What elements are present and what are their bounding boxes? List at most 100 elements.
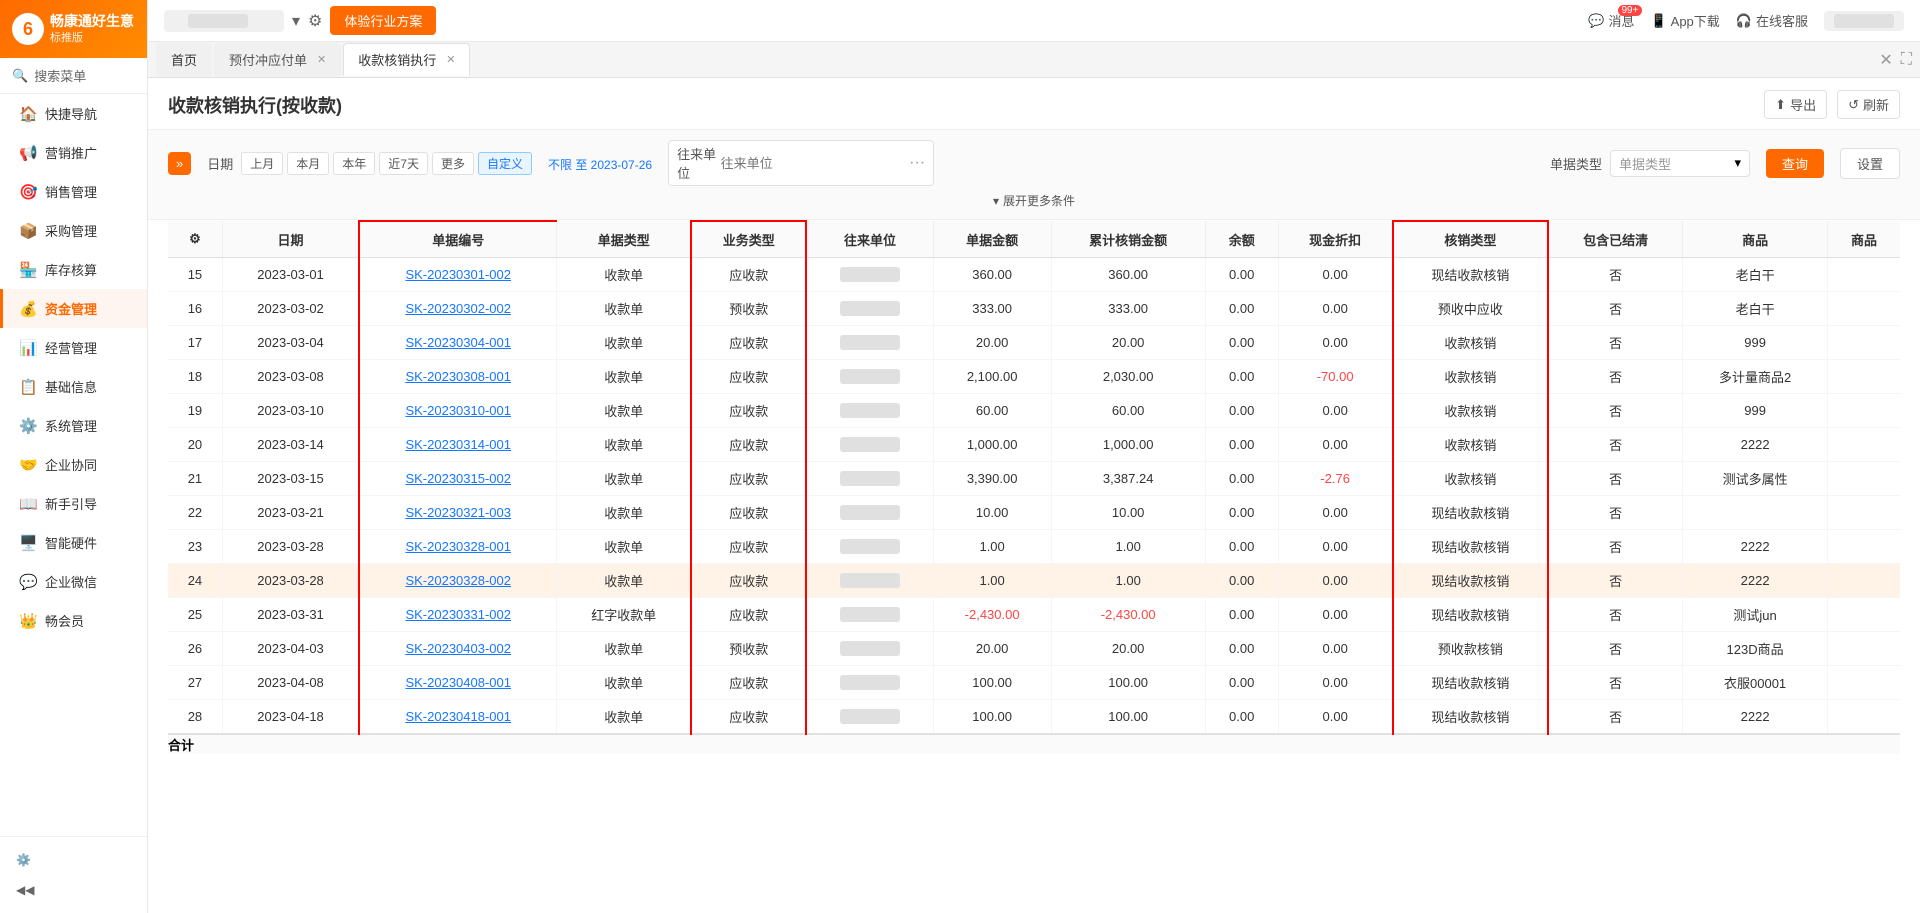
col-header-doc-no[interactable]: 单据编号 [359, 221, 557, 258]
cell-doc-no[interactable]: SK-20230310-001 [359, 394, 557, 428]
cell-cancel-type: 预收中应收 [1393, 292, 1549, 326]
col-header-goods[interactable]: 商品 [1683, 221, 1828, 258]
tab-collection[interactable]: 收款核销执行 ✕ [343, 43, 470, 76]
cell-goods2 [1828, 326, 1900, 360]
expand-label: 展开更多条件 [1003, 192, 1075, 209]
sidebar-item-sales[interactable]: 🎯 销售管理 [0, 172, 147, 211]
home-icon: 🏠 [19, 105, 37, 123]
refresh-button[interactable]: ↺ 刷新 [1837, 90, 1900, 119]
service-icon: 🎧 [1736, 13, 1752, 29]
topbar-gear-icon[interactable]: ▾ [292, 11, 300, 31]
sidebar-item-marketing[interactable]: 📢 营销推广 [0, 133, 147, 172]
cell-amount: 1.00 [933, 564, 1051, 598]
tab-close-all-icon[interactable]: ✕ [1879, 50, 1892, 70]
col-header-goods2[interactable]: 商品 [1828, 221, 1900, 258]
cell-doc-no[interactable]: SK-20230314-001 [359, 428, 557, 462]
cell-discount: -70.00 [1278, 360, 1392, 394]
cell-doc-no[interactable]: SK-20230328-002 [359, 564, 557, 598]
sidebar-item-finance[interactable]: 💰 资金管理 [0, 289, 147, 328]
col-header-biz-type[interactable]: 业务类型 [691, 221, 806, 258]
sidebar-item-operation[interactable]: 📊 经营管理 [0, 328, 147, 367]
topbar-user[interactable] [1824, 11, 1904, 31]
settings-gear-icon[interactable]: ⚙ [308, 11, 322, 31]
tab-home[interactable]: 首页 [156, 43, 212, 76]
col-header-date[interactable]: 日期 [222, 221, 359, 258]
filter-7days-btn[interactable]: 近7天 [379, 152, 428, 175]
cell-discount: 0.00 [1278, 326, 1392, 360]
filter-dots-icon[interactable]: ··· [909, 154, 925, 172]
sidebar-item-member[interactable]: 👑 畅会员 [0, 601, 147, 640]
cell-doc-no[interactable]: SK-20230304-001 [359, 326, 557, 360]
sidebar-search-label: 搜索菜单 [34, 66, 86, 85]
filter-this-month-btn[interactable]: 本月 [287, 152, 329, 175]
sidebar-item-inventory[interactable]: 🏪 库存核算 [0, 250, 147, 289]
sidebar-item-corp[interactable]: 🤝 企业协同 [0, 445, 147, 484]
cell-doc-no[interactable]: SK-20230331-002 [359, 598, 557, 632]
filter-custom-date-btn[interactable]: 自定义 [478, 152, 532, 175]
col-header-balance[interactable]: 余额 [1205, 221, 1278, 258]
inventory-icon: 🏪 [19, 261, 37, 279]
industry-solution-button[interactable]: 体验行业方案 [330, 6, 436, 35]
sidebar-search[interactable]: 🔍 搜索菜单 [0, 58, 147, 94]
topbar-online-service[interactable]: 🎧 在线客服 [1736, 11, 1808, 30]
col-header-doc-type[interactable]: 单据类型 [557, 221, 692, 258]
col-header-cancel-type[interactable]: 核销类型 [1393, 221, 1549, 258]
tab-expand-icon[interactable]: ⛶ [1901, 51, 1912, 69]
col-header-partner[interactable]: 往来单位 [806, 221, 933, 258]
cell-doc-no[interactable]: SK-20230315-002 [359, 462, 557, 496]
sidebar-item-label: 快捷导航 [45, 104, 97, 123]
filter-toggle-button[interactable]: » [168, 152, 191, 175]
topbar-app-download[interactable]: 📱 App下载 [1650, 11, 1719, 30]
cell-goods: 2222 [1683, 530, 1828, 564]
cell-doc-no[interactable]: SK-20230302-002 [359, 292, 557, 326]
sidebar-item-purchase[interactable]: 📦 采购管理 [0, 211, 147, 250]
filter-this-year-btn[interactable]: 本年 [333, 152, 375, 175]
tab-prepay[interactable]: 预付冲应付单 ✕ [214, 43, 341, 76]
breadcrumb-text [188, 14, 248, 28]
cell-cancel-type: 现结收款核销 [1393, 530, 1549, 564]
filter-setting-button[interactable]: 设置 [1840, 148, 1900, 179]
cell-doc-type: 收款单 [557, 530, 692, 564]
col-header-discount[interactable]: 现金折扣 [1278, 221, 1392, 258]
col-header-amount[interactable]: 单据金额 [933, 221, 1051, 258]
sidebar-item-quicknav[interactable]: 🏠 快捷导航 [0, 94, 147, 133]
cell-row-num: 24 [168, 564, 222, 598]
sales-icon: 🎯 [19, 183, 37, 201]
filter-last-month-btn[interactable]: 上月 [241, 152, 283, 175]
col-header-cum-amount[interactable]: 累计核销金额 [1051, 221, 1205, 258]
cell-cum-amount: 10.00 [1051, 496, 1205, 530]
filter-partner-input[interactable] [721, 156, 909, 171]
cell-row-num: 23 [168, 530, 222, 564]
col-header-gear[interactable]: ⚙ [168, 221, 222, 258]
cell-date: 2023-03-28 [222, 564, 359, 598]
cell-partner [806, 462, 933, 496]
filter-doctype-select[interactable]: 单据类型 ▾ [1610, 150, 1750, 177]
cell-doc-no[interactable]: SK-20230408-001 [359, 666, 557, 700]
sidebar-item-hardware[interactable]: 🖥️ 智能硬件 [0, 523, 147, 562]
sidebar-item-guide[interactable]: 📖 新手引导 [0, 484, 147, 523]
tabbar: 首页 预付冲应付单 ✕ 收款核销执行 ✕ ✕ ⛶ [148, 42, 1920, 78]
sidebar-item-system[interactable]: ⚙️ 系统管理 [0, 406, 147, 445]
topbar-messages[interactable]: 💬 消息 99+ [1588, 11, 1634, 30]
sidebar-collapse[interactable]: ◀◀ [0, 875, 147, 905]
tab-collection-close[interactable]: ✕ [446, 53, 455, 66]
cell-doc-no[interactable]: SK-20230328-001 [359, 530, 557, 564]
sidebar-settings[interactable]: ⚙️ [0, 845, 147, 875]
filter-more-date-btn[interactable]: 更多 [432, 152, 474, 175]
cell-doc-no[interactable]: SK-20230321-003 [359, 496, 557, 530]
cell-doc-no[interactable]: SK-20230308-001 [359, 360, 557, 394]
sidebar-item-wechat[interactable]: 💬 企业微信 [0, 562, 147, 601]
cell-doc-no[interactable]: SK-20230301-002 [359, 258, 557, 292]
cell-balance: 0.00 [1205, 632, 1278, 666]
export-button[interactable]: ⬆ 导出 [1764, 90, 1827, 119]
query-button[interactable]: 查询 [1766, 149, 1824, 178]
cell-biz-type: 应收款 [691, 360, 806, 394]
cell-discount: 0.00 [1278, 564, 1392, 598]
cell-doc-no[interactable]: SK-20230418-001 [359, 700, 557, 735]
expand-filter-button[interactable]: ▾ 展开更多条件 [993, 192, 1075, 209]
cell-balance: 0.00 [1205, 360, 1278, 394]
cell-doc-no[interactable]: SK-20230403-002 [359, 632, 557, 666]
sidebar-item-basic[interactable]: 📋 基础信息 [0, 367, 147, 406]
col-header-include-settled[interactable]: 包含已结清 [1548, 221, 1683, 258]
tab-prepay-close[interactable]: ✕ [317, 53, 326, 66]
